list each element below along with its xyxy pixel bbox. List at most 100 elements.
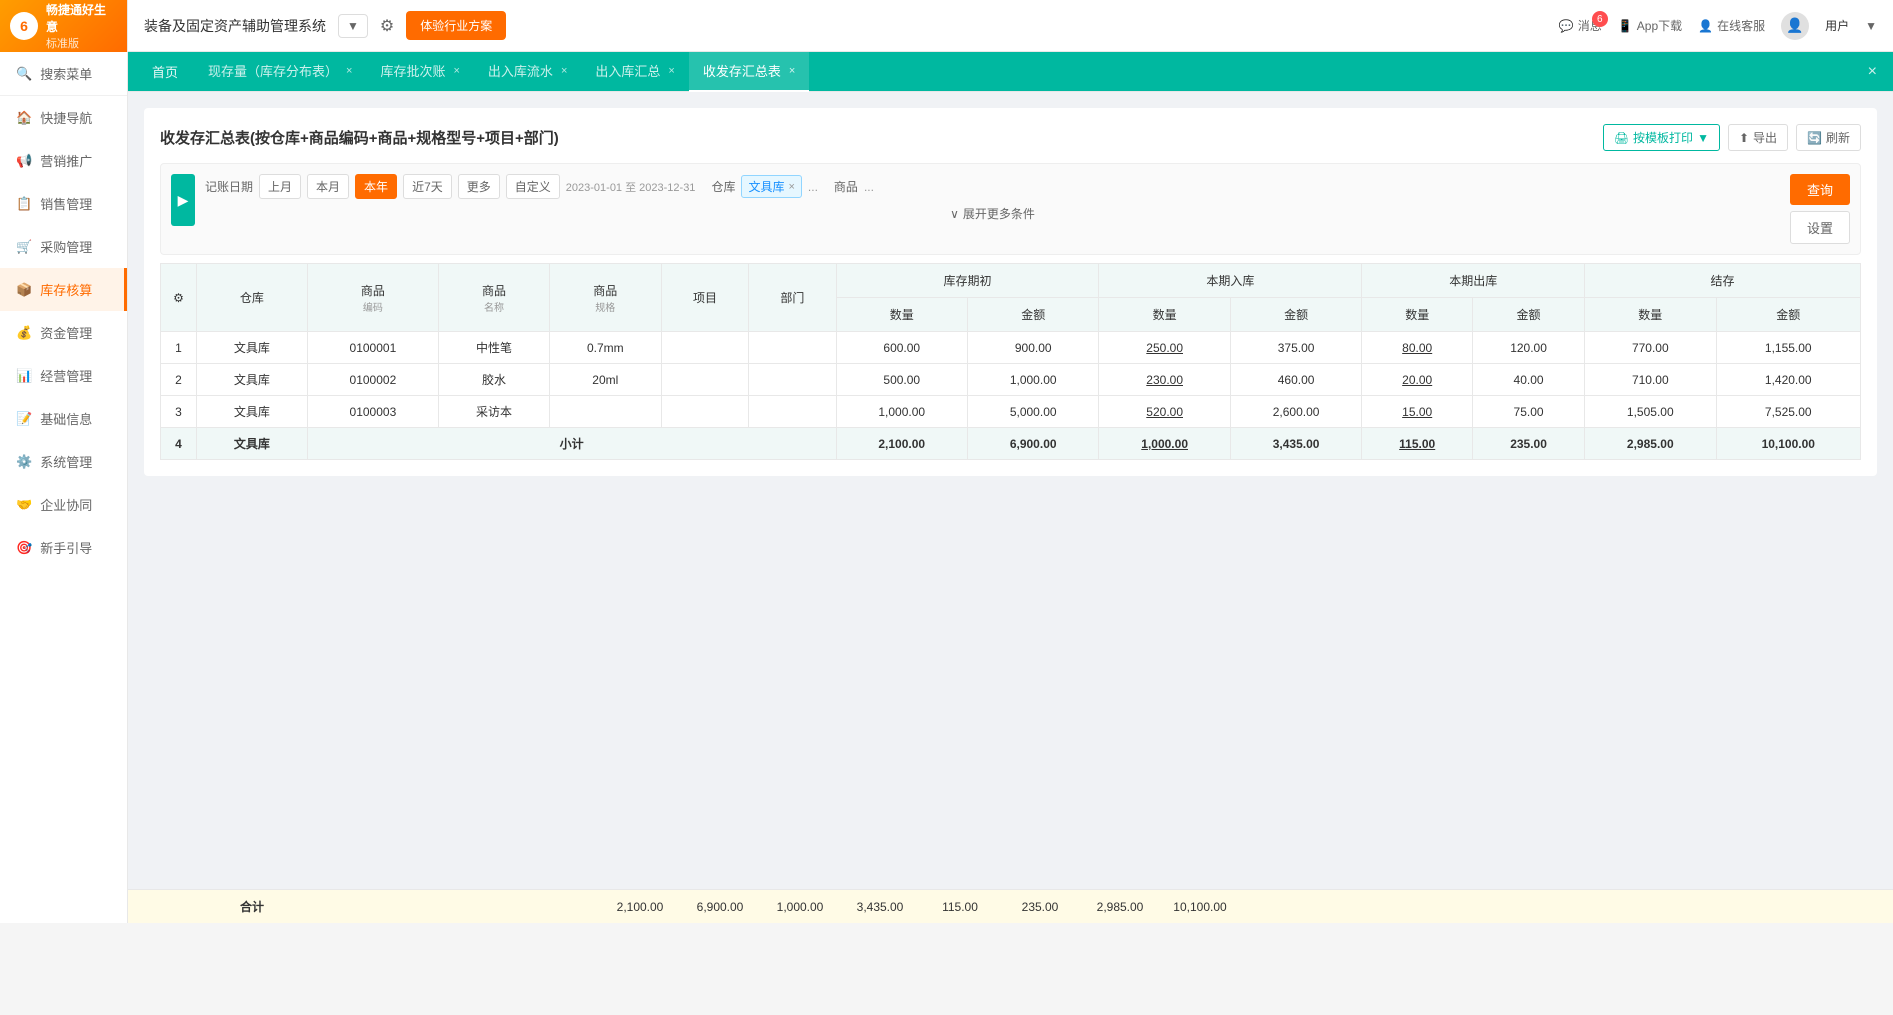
subtotal-opening-qty: 2,100.00 [836, 428, 967, 460]
sidebar-item-marketing[interactable]: 📢 营销推广 [0, 139, 127, 182]
row-no: 2 [161, 364, 197, 396]
row-in-amt: 460.00 [1230, 364, 1361, 396]
row-out-qty[interactable]: 20.00 [1362, 364, 1473, 396]
tab-recv-send[interactable]: 收发存汇总表 × [689, 52, 809, 92]
sidebar-item-finance[interactable]: 💰 资金管理 [0, 311, 127, 354]
th-project: 项目 [661, 264, 748, 332]
messages-btn[interactable]: 💬 消息 6 [1559, 17, 1602, 34]
doc-icon: 📝 [16, 411, 32, 427]
system-selector[interactable]: ▼ [338, 14, 368, 38]
tab-close-batch[interactable]: × [453, 65, 459, 77]
total-balance-qty: 2,985.00 [1080, 900, 1160, 914]
sidebar-logo: 6 畅捷通好生意 标准版 [0, 0, 127, 52]
row-product-name: 采访本 [439, 396, 550, 428]
logo-text: 畅捷通好生意 标准版 [46, 1, 117, 51]
sidebar-item-operations[interactable]: 📊 经营管理 [0, 354, 127, 397]
row-balance-amt: 1,155.00 [1716, 332, 1860, 364]
row-in-qty[interactable]: 230.00 [1099, 364, 1230, 396]
refresh-btn[interactable]: 🔄 刷新 [1796, 124, 1861, 151]
online-service-btn[interactable]: 👤 在线客服 [1698, 17, 1765, 34]
top-header: 装备及固定资产辅助管理系统 ▼ ⚙ 体验行业方案 💬 消息 6 📱 App下载 … [128, 0, 1893, 52]
row-warehouse: 文具库 [197, 396, 308, 428]
row-product-code: 0100002 [307, 364, 438, 396]
tab-home[interactable]: 首页 [136, 52, 194, 92]
sidebar-item-quick-nav[interactable]: 🏠 快捷导航 [0, 96, 127, 139]
th-product-spec: 商品规格 [549, 264, 661, 332]
row-no: 3 [161, 396, 197, 428]
avatar-icon: 👤 [1786, 17, 1803, 34]
user-avatar[interactable]: 👤 [1781, 12, 1809, 40]
date-btn-more[interactable]: 更多 [458, 174, 500, 199]
filter-content: 记账日期 上月 本月 本年 近7天 更多 自定义 2023-01-01 至 20… [205, 174, 1780, 222]
warehouse-tag-close[interactable]: × [788, 181, 794, 193]
subtotal-in-qty[interactable]: 1,000.00 [1099, 428, 1230, 460]
sidebar-item-sales[interactable]: 📋 销售管理 [0, 182, 127, 225]
row-in-qty[interactable]: 250.00 [1099, 332, 1230, 364]
date-btn-this-month[interactable]: 本月 [307, 174, 349, 199]
th-in-qty: 数量 [1099, 298, 1230, 332]
sidebar-item-purchase[interactable]: 🛒 采购管理 [0, 225, 127, 268]
subtotal-in-amt: 3,435.00 [1230, 428, 1361, 460]
tab-close-inout-summary[interactable]: × [668, 65, 674, 77]
th-period-out: 本期出库 [1362, 264, 1585, 298]
product-more-btn[interactable]: ... [864, 180, 874, 194]
th-settings[interactable]: ⚙ [161, 264, 197, 332]
sidebar-item-basic-info[interactable]: 📝 基础信息 [0, 397, 127, 440]
warehouse-more-btn[interactable]: ... [808, 180, 818, 194]
filter-bar: ▶ 记账日期 上月 本月 本年 近7天 更多 自定义 2023-01-01 至 … [160, 163, 1861, 255]
gear-settings-btn[interactable]: ⚙ [380, 16, 394, 36]
date-btn-this-year[interactable]: 本年 [355, 174, 397, 199]
row-out-qty[interactable]: 80.00 [1362, 332, 1473, 364]
sidebar-item-search[interactable]: 🔍 搜索菜单 [0, 52, 127, 96]
total-in-qty: 1,000.00 [760, 900, 840, 914]
sidebar-item-inventory[interactable]: 📦 库存核算 [0, 268, 127, 311]
total-opening-amt: 6,900.00 [680, 900, 760, 914]
main-content: 收发存汇总表(按仓库+商品编码+商品+规格型号+项目+部门) 🖨 按模板打印 ▼… [128, 92, 1893, 923]
row-warehouse: 文具库 [197, 332, 308, 364]
date-btn-7days[interactable]: 近7天 [403, 174, 452, 199]
warehouse-filter-group: 仓库 文具库 × ... [711, 175, 817, 198]
setting-btn[interactable]: 设置 [1790, 211, 1850, 244]
filter-toggle-btn[interactable]: ▶ [171, 174, 195, 226]
total-balance-amt: 10,100.00 [1160, 900, 1240, 914]
th-balance-amt: 金额 [1716, 298, 1860, 332]
sidebar-item-newbie[interactable]: 🎯 新手引导 [0, 526, 127, 569]
sidebar-item-system[interactable]: ⚙️ 系统管理 [0, 440, 127, 483]
experience-btn[interactable]: 体验行业方案 [406, 11, 506, 40]
row-product-spec [549, 396, 661, 428]
export-icon: ⬆ [1739, 131, 1749, 145]
export-btn[interactable]: ⬆ 导出 [1728, 124, 1788, 151]
subtotal-out-qty[interactable]: 115.00 [1362, 428, 1473, 460]
tab-close-stock-dist[interactable]: × [346, 65, 352, 77]
query-btn[interactable]: 查询 [1790, 174, 1850, 205]
app-download-btn[interactable]: 📱 App下载 [1618, 17, 1682, 34]
row-product-name: 中性笔 [439, 332, 550, 364]
th-period-in: 本期入库 [1099, 264, 1362, 298]
tab-close-recv-send[interactable]: × [789, 65, 795, 77]
tab-inout-flow[interactable]: 出入库流水 × [474, 52, 581, 92]
print-template-btn[interactable]: 🖨 按模板打印 ▼ [1603, 124, 1720, 151]
tab-close-inout-flow[interactable]: × [561, 65, 567, 77]
row-in-qty[interactable]: 520.00 [1099, 396, 1230, 428]
row-out-qty[interactable]: 15.00 [1362, 396, 1473, 428]
date-btn-custom[interactable]: 自定义 [506, 174, 560, 199]
close-all-tabs-btn[interactable]: × [1860, 63, 1885, 81]
header-right: 💬 消息 6 📱 App下载 👤 在线客服 👤 用户 ▼ [1559, 12, 1877, 40]
gear-icon: ⚙️ [16, 454, 32, 470]
tab-batch[interactable]: 库存批次账 × [366, 52, 473, 92]
sidebar-item-collab[interactable]: 🤝 企业协同 [0, 483, 127, 526]
tab-stock-dist[interactable]: 现存量（库存分布表） × [194, 52, 366, 92]
date-btn-last-month[interactable]: 上月 [259, 174, 301, 199]
warehouse-tag[interactable]: 文具库 × [741, 175, 801, 198]
money-icon: 💰 [16, 325, 32, 341]
tab-inout-summary[interactable]: 出入库汇总 × [581, 52, 688, 92]
expand-more-btn[interactable]: ∨ 展开更多条件 [205, 205, 1780, 222]
row-balance-qty: 1,505.00 [1585, 396, 1716, 428]
row-opening-qty: 600.00 [836, 332, 967, 364]
user-dropdown-icon[interactable]: ▼ [1865, 19, 1877, 33]
th-opening-stock: 库存期初 [836, 264, 1099, 298]
row-product-name: 胶水 [439, 364, 550, 396]
th-opening-qty: 数量 [836, 298, 967, 332]
footer-total-bar: 合计 2,100.00 6,900.00 1,000.00 3,435.00 1… [128, 889, 1893, 923]
table-settings-icon[interactable]: ⚙ [173, 291, 184, 305]
